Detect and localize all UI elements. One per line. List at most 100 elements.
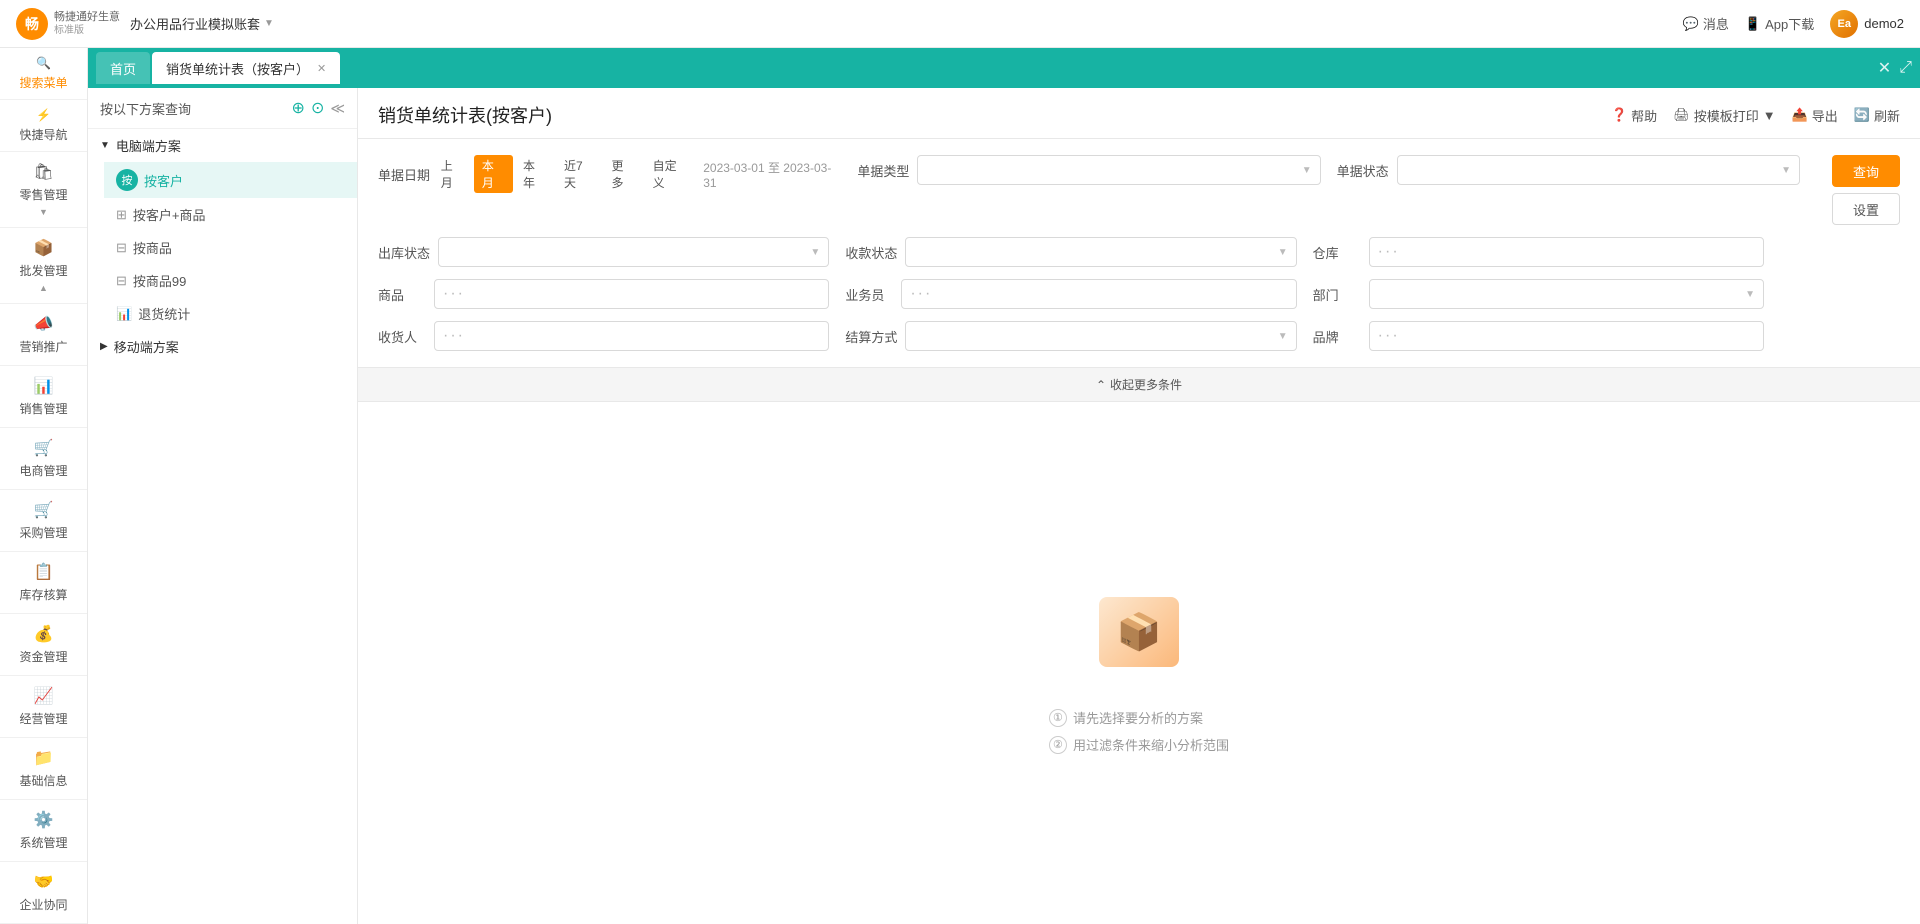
date-tab-more[interactable]: 更多 xyxy=(604,155,643,193)
sidebar-item-marketing[interactable]: 📣 营销推广 xyxy=(0,304,87,366)
chevron-payment-method-icon: ▼ xyxy=(1278,331,1288,342)
retail-icon: 🛍 xyxy=(33,162,53,182)
sidebar-item-system[interactable]: ⚙️ 系统管理 xyxy=(0,800,87,862)
user-area[interactable]: Ea demo2 xyxy=(1830,10,1904,38)
tab-sales-stats[interactable]: 销货单统计表（按客户） ✕ xyxy=(152,52,340,84)
system-icon: ⚙️ xyxy=(34,810,54,830)
tree-item-return-stats[interactable]: 📊 退货统计 xyxy=(104,297,357,330)
purchase-icon: 🛒 xyxy=(34,500,54,520)
sidebar-item-ecommerce[interactable]: 🛒 电商管理 xyxy=(0,428,87,490)
active-indicator: 按 xyxy=(116,169,138,191)
hint-num-2: ② xyxy=(1049,736,1067,754)
collapse-filters-button[interactable]: ⌃ 收起更多条件 xyxy=(358,368,1920,402)
add-scheme-button[interactable]: ⊕ xyxy=(292,98,305,118)
brand-input[interactable]: ··· xyxy=(1369,321,1764,351)
sidebar-item-finance[interactable]: 💰 资金管理 xyxy=(0,614,87,676)
warehouse-field: 仓库 ··· xyxy=(1313,237,1764,267)
date-tab-custom[interactable]: 自定义 xyxy=(645,155,696,193)
sidebar-item-basics[interactable]: 📁 基础信息 xyxy=(0,738,87,800)
app-download-action[interactable]: 📱 App下载 xyxy=(1745,14,1814,33)
doc-status-field: 单据状态 ▼ xyxy=(1337,155,1800,185)
message-action[interactable]: 💬 消息 xyxy=(1683,14,1729,33)
sidebar-item-sales[interactable]: 📊 销售管理 xyxy=(0,366,87,428)
template-print-button[interactable]: 🖨 按模板打印 ▼ xyxy=(1673,106,1775,125)
page-header-actions: ❓ 帮助 🖨 按模板打印 ▼ 📤 导出 🔄 xyxy=(1611,106,1900,125)
window-close-icon[interactable]: ✕ xyxy=(1878,58,1891,78)
payment-status-input[interactable]: ▼ xyxy=(905,237,1296,267)
filter-action-buttons: 查询 设置 xyxy=(1832,155,1900,225)
tab-home[interactable]: 首页 xyxy=(96,52,150,84)
doc-status-input[interactable]: ▼ xyxy=(1397,155,1800,185)
tab-bar: 首页 销货单统计表（按客户） ✕ ✕ ⤢ xyxy=(88,48,1920,88)
inventory-icon: 📋 xyxy=(34,562,54,582)
page-header: 销货单统计表(按客户) ❓ 帮助 🖨 按模板打印 ▼ 📤 xyxy=(358,88,1920,139)
tree-desktop-header[interactable]: ▼ 电脑端方案 xyxy=(88,129,357,162)
department-field: 部门 ▼ xyxy=(1313,279,1764,309)
tree-item-by-customer[interactable]: 按 按客户 xyxy=(104,162,357,198)
sidebar-item-search[interactable]: 🔍 搜索菜单 xyxy=(0,48,87,100)
help-button[interactable]: ❓ 帮助 xyxy=(1611,106,1657,125)
settings-button[interactable]: 设置 xyxy=(1832,193,1900,225)
workspace-selector[interactable]: 办公用品行业模拟账套 ▼ xyxy=(130,14,274,33)
sidebar-item-quick[interactable]: ⚡ 快捷导航 xyxy=(0,100,87,152)
page-title: 销货单统计表(按客户) xyxy=(378,102,552,128)
sidebar-item-wholesale[interactable]: 📦 批发管理 ▲ xyxy=(0,228,87,304)
tree-item-by-customer-goods[interactable]: ⊞ 按客户+商品 xyxy=(104,198,357,231)
receiver-input[interactable]: ··· xyxy=(434,321,829,351)
salesperson-input[interactable]: ··· xyxy=(901,279,1296,309)
doc-type-input[interactable]: ▼ xyxy=(917,155,1320,185)
date-tab-this-month[interactable]: 本月 xyxy=(474,155,513,193)
window-expand-icon[interactable]: ⤢ xyxy=(1899,59,1912,77)
chevron-payment-icon: ▼ xyxy=(1278,247,1288,258)
chevron-out-icon: ▼ xyxy=(810,247,820,258)
avatar: Ea xyxy=(1830,10,1858,38)
refresh-button[interactable]: 🔄 刷新 xyxy=(1854,106,1900,125)
export-button[interactable]: 📤 导出 xyxy=(1792,106,1838,125)
left-panel: 按以下方案查询 ⊕ ⊙ ≪ ▼ 电脑端方案 按 按 xyxy=(88,88,358,924)
sidebar-item-enterprise[interactable]: 🤝 企业协同 xyxy=(0,862,87,924)
chevron-docstatus-icon: ▼ xyxy=(1781,165,1791,176)
hint-num-1: ① xyxy=(1049,709,1067,727)
date-tab-7days[interactable]: 近7天 xyxy=(556,155,602,193)
empty-box xyxy=(1099,597,1179,667)
brand-field: 品牌 ··· xyxy=(1313,321,1764,351)
tab-close-icon[interactable]: ✕ xyxy=(317,62,326,75)
empty-hint-1: ① 请先选择要分析的方案 xyxy=(1049,708,1229,727)
salesperson-field: 业务员 ··· xyxy=(845,279,1296,309)
sidebar-item-retail[interactable]: 🛍 零售管理 ▼ xyxy=(0,152,87,228)
logo-icon: 畅 xyxy=(16,8,48,40)
date-tabs: 上月 本月 本年 近7天 更多 自定义 xyxy=(433,155,695,193)
chart-icon: 📊 xyxy=(116,306,132,322)
settings-scheme-button[interactable]: ⊙ xyxy=(311,98,324,118)
top-bar: 畅 畅捷通好生意 标准版 办公用品行业模拟账套 ▼ 💬 消息 📱 App下载 E… xyxy=(0,0,1920,48)
date-tab-this-year[interactable]: 本年 xyxy=(515,155,554,193)
query-button[interactable]: 查询 xyxy=(1832,155,1900,187)
out-status-input[interactable]: ▼ xyxy=(438,237,829,267)
collapse-left-panel-button[interactable]: ≪ xyxy=(330,100,345,117)
content-area: 首页 销货单统计表（按客户） ✕ ✕ ⤢ 按以下方案查询 ⊕ ⊙ ≪ xyxy=(88,48,1920,924)
main-layout: 🔍 搜索菜单 ⚡ 快捷导航 🛍 零售管理 ▼ 📦 批发管理 ▲ 📣 营销推广 📊… xyxy=(0,48,1920,924)
tree-item-by-goods[interactable]: ⊟ 按商品 xyxy=(104,231,357,264)
left-panel-header: 按以下方案查询 ⊕ ⊙ ≪ xyxy=(88,88,357,129)
date-tab-last-month[interactable]: 上月 xyxy=(433,155,472,193)
tree-mobile-header[interactable]: ▶ 移动端方案 xyxy=(88,330,357,363)
sidebar-item-purchase[interactable]: 🛒 采购管理 xyxy=(0,490,87,552)
date-filter: 单据日期 上月 本月 本年 近7天 更多 自定义 2023-03-01 至 20… xyxy=(378,155,841,193)
warehouse-input[interactable]: ··· xyxy=(1369,237,1764,267)
left-panel-actions: ⊕ ⊙ ≪ xyxy=(292,98,345,118)
receiver-field: 收货人 ··· xyxy=(378,321,829,351)
chevron-dept-icon: ▼ xyxy=(1745,289,1755,300)
chevron-icon: ▼ xyxy=(39,207,48,217)
sidebar-item-inventory[interactable]: 📋 库存核算 xyxy=(0,552,87,614)
chevron-down-icon: ▼ xyxy=(264,18,274,29)
sidebar-item-operations[interactable]: 📈 经营管理 xyxy=(0,676,87,738)
tree-item-by-goods-99[interactable]: ⊟ 按商品99 xyxy=(104,264,357,297)
goods-input[interactable]: ··· xyxy=(434,279,829,309)
filter-row-1: 单据日期 上月 本月 本年 近7天 更多 自定义 2023-03-01 至 20… xyxy=(378,155,1900,225)
enterprise-icon: 🤝 xyxy=(34,872,54,892)
filter-area: 单据日期 上月 本月 本年 近7天 更多 自定义 2023-03-01 至 20… xyxy=(358,139,1920,368)
payment-method-input[interactable]: ▼ xyxy=(905,321,1296,351)
top-bar-left: 畅 畅捷通好生意 标准版 办公用品行业模拟账套 ▼ xyxy=(16,8,274,40)
department-input[interactable]: ▼ xyxy=(1369,279,1764,309)
filter-row-2: 出库状态 ▼ 收款状态 ▼ xyxy=(378,237,1900,267)
